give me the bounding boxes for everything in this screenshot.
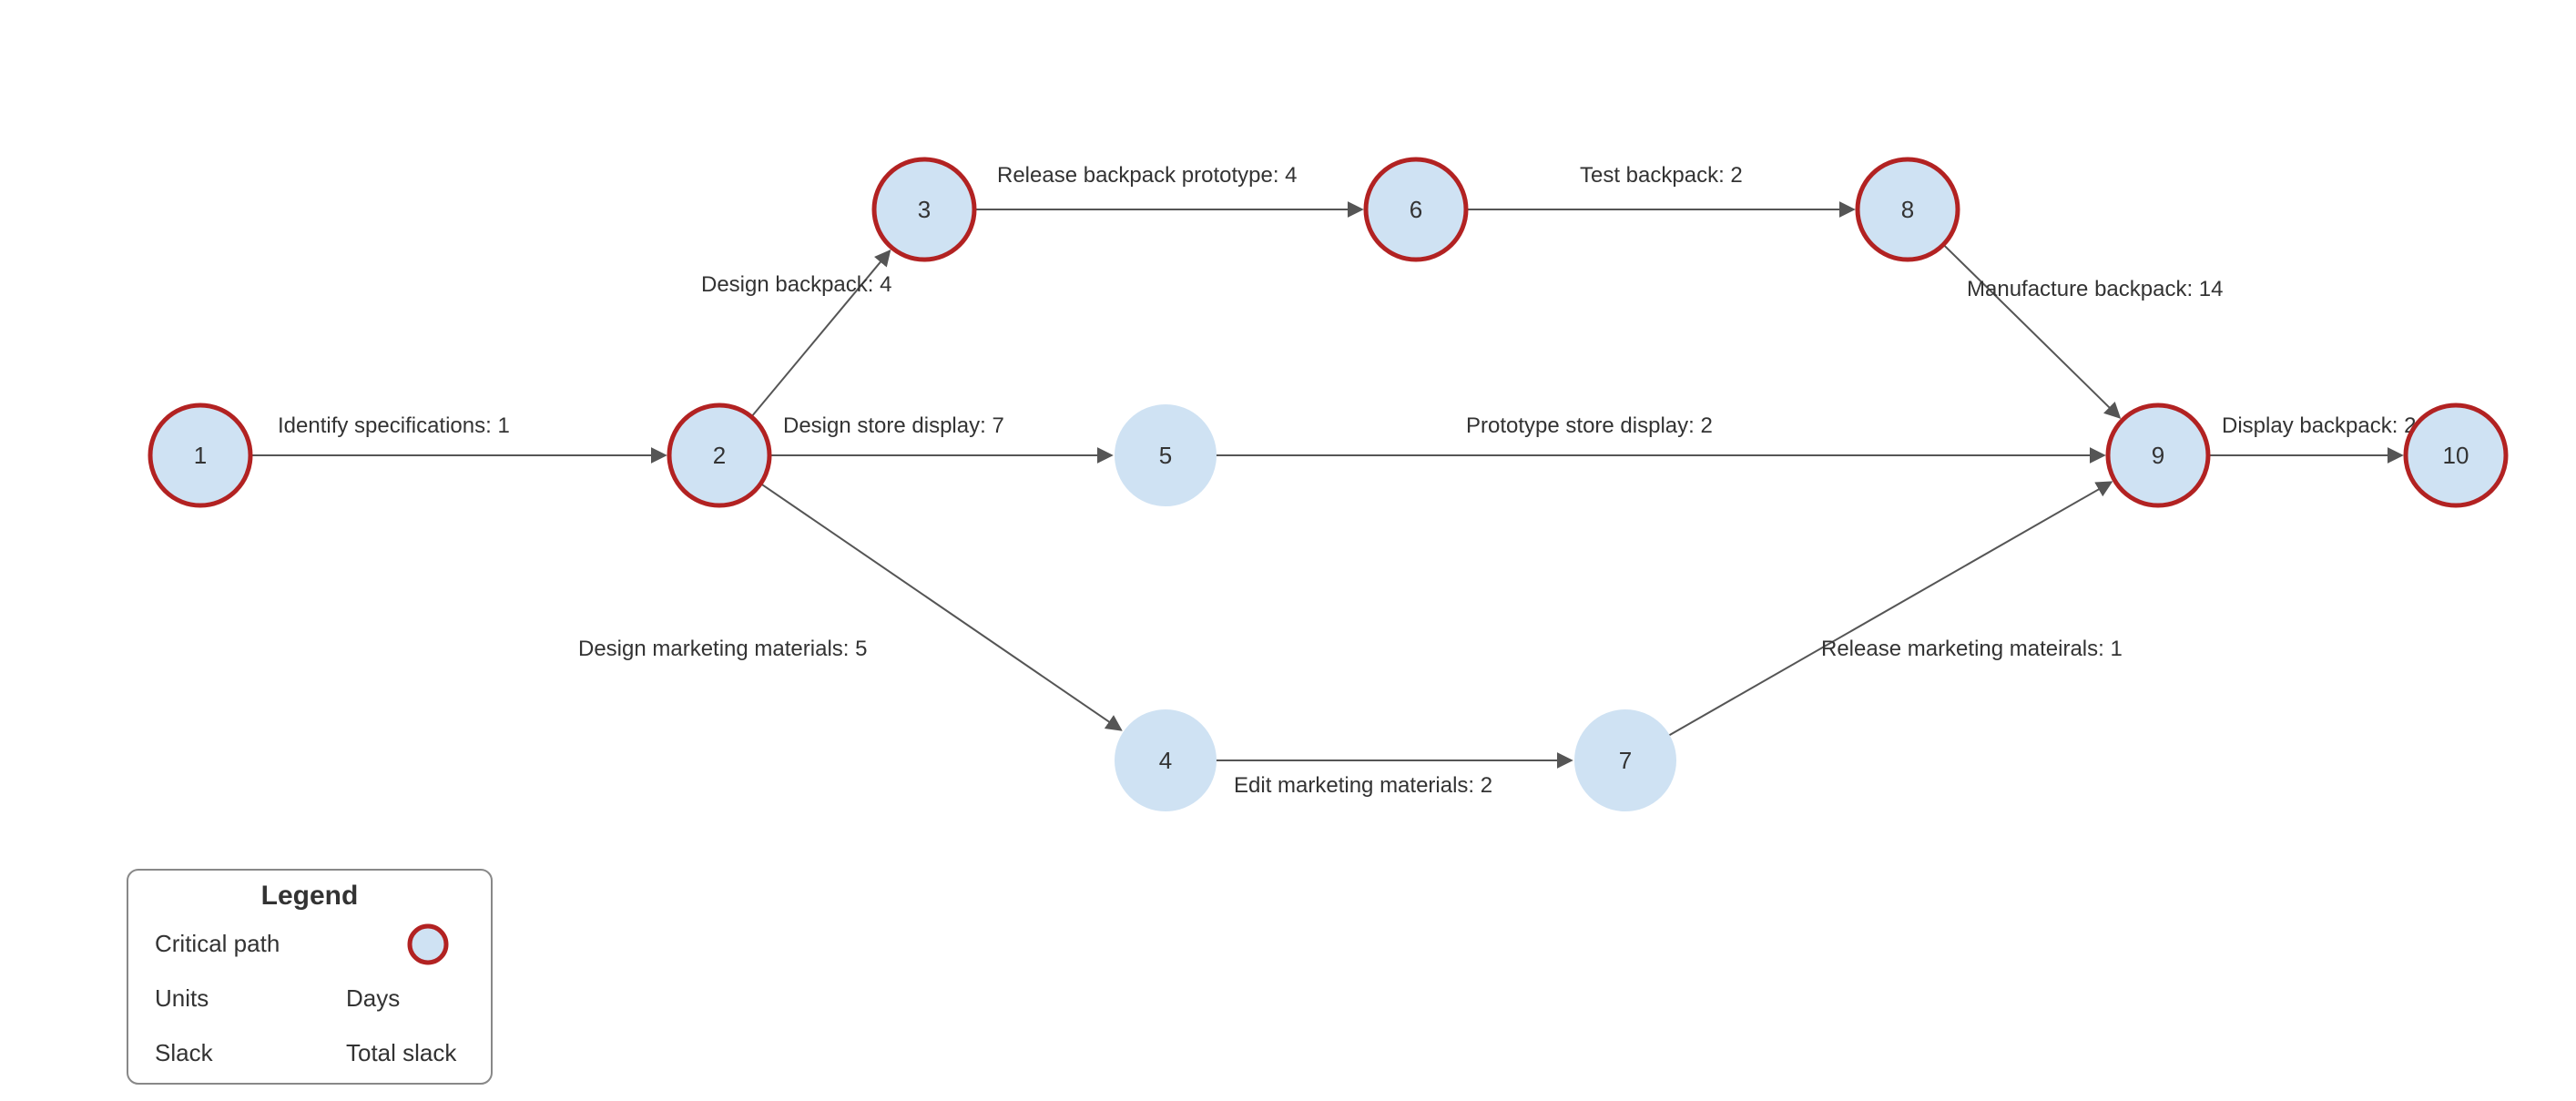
edge-label-5-9: Prototype store display: 2 <box>1466 413 1713 438</box>
node-label-7: 7 <box>1619 747 1632 774</box>
legend-row-2-left: Slack <box>155 1039 214 1066</box>
node-label-8: 8 <box>1901 196 1914 223</box>
edge-8-9 <box>1943 245 2120 418</box>
legend-row-1-left: Units <box>155 984 209 1012</box>
edge-label-6-8: Test backpack: 2 <box>1580 163 1743 188</box>
edge-label-4-7: Edit marketing materials: 2 <box>1234 773 1492 798</box>
edge-2-4 <box>760 484 1121 730</box>
legend-row-0-left: Critical path <box>155 930 280 957</box>
node-label-9: 9 <box>2152 442 2164 469</box>
node-label-4: 4 <box>1159 747 1172 774</box>
edge-label-2-5: Design store display: 7 <box>783 413 1004 438</box>
edge-label-7-9: Release marketing mateirals: 1 <box>1821 637 2123 661</box>
legend-title: Legend <box>261 881 359 911</box>
edge-label-3-6: Release backpack prototype: 4 <box>997 163 1298 188</box>
node-label-10: 10 <box>2443 442 2469 469</box>
legend-critical-swatch <box>410 926 446 963</box>
legend-row-2-right: Total slack <box>346 1039 457 1066</box>
node-label-6: 6 <box>1410 196 1422 223</box>
edge-label-9-10: Display backpack: 2 <box>2222 413 2416 438</box>
edge-label-2-3: Design backpack: 4 <box>701 272 891 297</box>
edge-label-8-9: Manufacture backpack: 14 <box>1967 277 2224 301</box>
node-label-5: 5 <box>1159 442 1172 469</box>
legend-row-1-right: Days <box>346 984 400 1012</box>
node-label-2: 2 <box>713 442 726 469</box>
node-label-3: 3 <box>918 196 931 223</box>
node-label-1: 1 <box>194 442 207 469</box>
network-diagram: Identify specifications: 1 Design backpac… <box>0 0 2576 1101</box>
edge-label-2-4: Design marketing materials: 5 <box>578 637 867 661</box>
edge-7-9 <box>1669 482 2112 735</box>
edge-label-1-2: Identify specifications: 1 <box>278 413 510 438</box>
